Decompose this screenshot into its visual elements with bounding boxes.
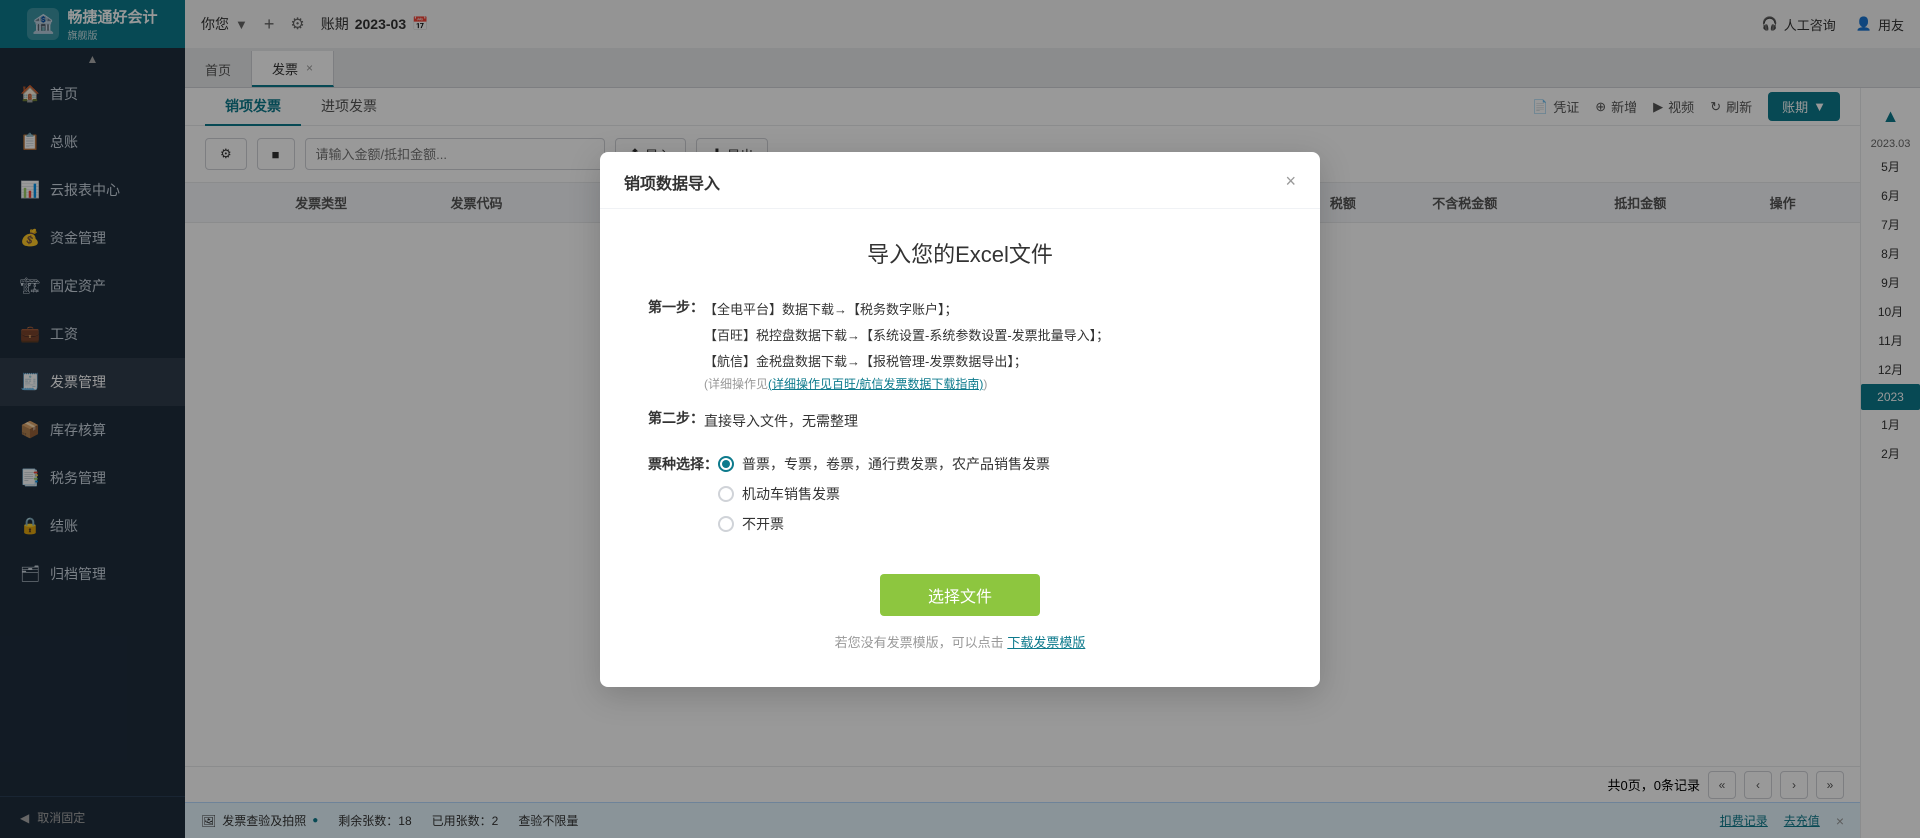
- modal-main-title: 导入您的Excel文件: [648, 237, 1272, 269]
- radio-group: 普票，专票，卷票，通行费发票，农产品销售发票 机动车销售发票 不开票: [718, 454, 1050, 544]
- radio-row-motor[interactable]: 机动车销售发票: [718, 484, 1050, 504]
- modal-close-btn[interactable]: ×: [1285, 171, 1296, 192]
- ticket-label: 票种选择：: [648, 454, 718, 474]
- step1-line3: 【航信】金税盘数据下载→【报税管理-发票数据导出】；: [704, 349, 1109, 375]
- radio-motor-label: 机动车销售发票: [742, 484, 840, 504]
- modal-overlay: 销项数据导入 × 导入您的Excel文件 第一步： 【全电平台】数据下载→【税务…: [0, 0, 1920, 838]
- ticket-row: 票种选择： 普票，专票，卷票，通行费发票，农产品销售发票 机动车销售发票 不开票: [648, 454, 1272, 554]
- template-hint: 若您没有发票模版，可以点击 下载发票模版: [648, 632, 1272, 651]
- radio-no-ticket[interactable]: [718, 516, 734, 532]
- radio-row-no-ticket[interactable]: 不开票: [718, 514, 1050, 534]
- import-modal: 销项数据导入 × 导入您的Excel文件 第一步： 【全电平台】数据下载→【税务…: [600, 152, 1320, 687]
- step1-link-text[interactable]: (详细操作见百旺/航信发票数据下载指南): [768, 377, 983, 391]
- radio-no-ticket-label: 不开票: [742, 514, 784, 534]
- template-link[interactable]: 下载发票模版: [1007, 635, 1085, 650]
- step2-label: 第二步：: [648, 408, 704, 428]
- step1-link: (详细操作见(详细操作见百旺/航信发票数据下载指南)): [704, 375, 1109, 392]
- radio-row-normal[interactable]: 普票，专票，卷票，通行费发票，农产品销售发票: [718, 454, 1050, 474]
- modal-title: 销项数据导入: [624, 170, 720, 194]
- template-hint-text: 若您没有发票模版，可以点击: [835, 635, 1004, 650]
- radio-motor[interactable]: [718, 486, 734, 502]
- radio-normal[interactable]: [718, 456, 734, 472]
- modal-body: 导入您的Excel文件 第一步： 【全电平台】数据下载→【税务数字账户】； 【百…: [600, 209, 1320, 687]
- select-file-btn[interactable]: 选择文件: [880, 574, 1040, 616]
- step2-row: 第二步： 直接导入文件，无需整理: [648, 408, 1272, 434]
- step1-content: 第一步： 【全电平台】数据下载→【税务数字账户】； 【百旺】税控盘数据下载→【系…: [648, 297, 1272, 392]
- step1-row: 第一步： 【全电平台】数据下载→【税务数字账户】； 【百旺】税控盘数据下载→【系…: [648, 297, 1272, 392]
- step1-line2: 【百旺】税控盘数据下载→【系统设置-系统参数设置-发票批量导入】；: [704, 323, 1109, 349]
- modal-header: 销项数据导入 ×: [600, 152, 1320, 209]
- radio-normal-label: 普票，专票，卷票，通行费发票，农产品销售发票: [742, 454, 1050, 474]
- step1-desc: 【全电平台】数据下载→【税务数字账户】； 【百旺】税控盘数据下载→【系统设置-系…: [704, 297, 1109, 392]
- step1-line1: 【全电平台】数据下载→【税务数字账户】；: [704, 297, 1109, 323]
- step1-label: 第一步：: [648, 297, 704, 386]
- step2-text: 直接导入文件，无需整理: [704, 411, 858, 431]
